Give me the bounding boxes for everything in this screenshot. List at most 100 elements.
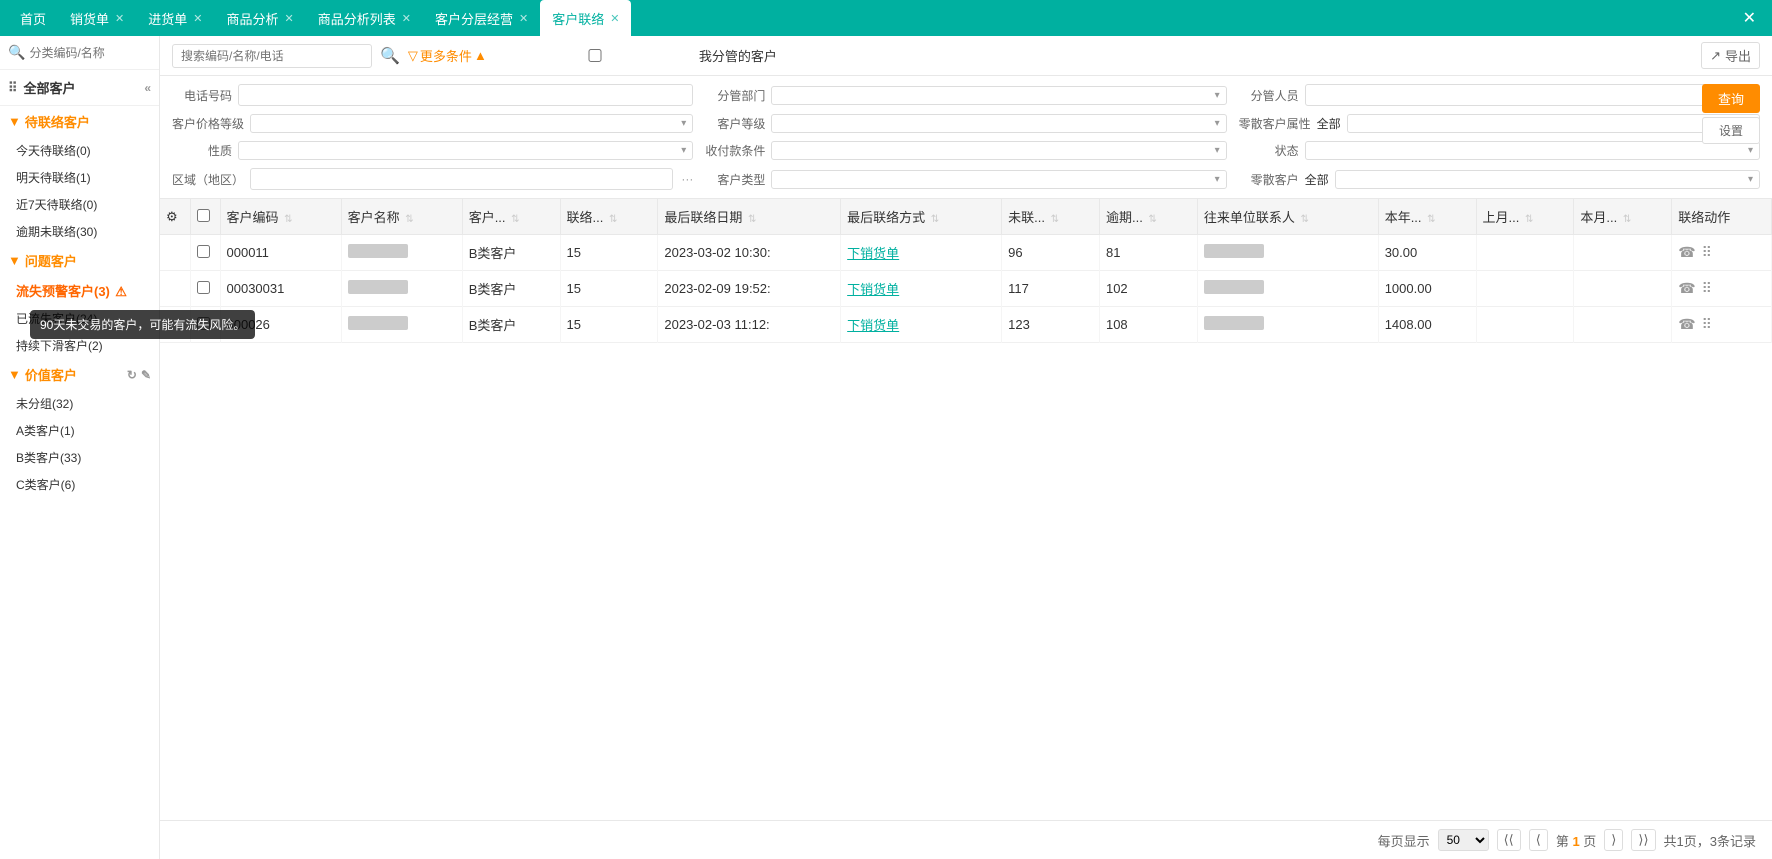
sidebar-item-b-class[interactable]: B类客户(33) bbox=[0, 444, 159, 471]
sidebar-item-overdue[interactable]: 逾期未联络(30) bbox=[0, 218, 159, 245]
customer-type-select[interactable]: ▾ bbox=[771, 170, 1226, 189]
row-last-month bbox=[1476, 271, 1574, 307]
action-more-icon[interactable]: ⠿ bbox=[1702, 280, 1712, 297]
col-last-method[interactable]: 最后联络方式 ⇅ bbox=[841, 199, 1002, 235]
close-customer-contact-tab[interactable]: ✕ bbox=[610, 12, 619, 25]
col-settings[interactable]: ⚙ bbox=[160, 199, 190, 235]
sidebar-item-today[interactable]: 今天待联络(0) bbox=[0, 137, 159, 164]
action-contact-icon[interactable]: ☎ bbox=[1678, 244, 1695, 261]
retail-customer-select[interactable]: ▾ bbox=[1335, 170, 1760, 189]
action-more-icon[interactable]: ⠿ bbox=[1702, 244, 1712, 261]
last-page-button[interactable]: ⟩⟩ bbox=[1631, 829, 1655, 851]
pagination: 每页显示 50 100 200 ⟨⟨ ⟨ 第 1 页 ⟩ ⟩⟩ 共1页，3条记录 bbox=[160, 820, 1772, 859]
collapse-icon[interactable]: « bbox=[144, 81, 151, 95]
close-customer-tier-tab[interactable]: ✕ bbox=[519, 12, 528, 25]
close-product-analysis-tab[interactable]: ✕ bbox=[285, 12, 294, 25]
row-checkbox[interactable] bbox=[197, 281, 210, 294]
col-name[interactable]: 客户名称 ⇅ bbox=[341, 199, 462, 235]
close-product-list-tab[interactable]: ✕ bbox=[402, 12, 411, 25]
row-uncontacted: 117 bbox=[1002, 271, 1100, 307]
select-all-checkbox[interactable] bbox=[197, 209, 210, 222]
group-value-customers[interactable]: ▼ 价值客户 ↻ ✎ bbox=[0, 359, 159, 390]
row-last-method[interactable]: 下销货单 bbox=[841, 307, 1002, 343]
col-last-date[interactable]: 最后联络日期 ⇅ bbox=[658, 199, 841, 235]
search-button[interactable]: 🔍 bbox=[380, 46, 400, 66]
retail-attr-value: 全部 bbox=[1317, 115, 1341, 132]
dept-select[interactable]: ▾ bbox=[771, 86, 1226, 105]
action-contact-icon[interactable]: ☎ bbox=[1678, 280, 1695, 297]
nature-select[interactable]: ▾ bbox=[238, 141, 693, 160]
more-filter-button[interactable]: ▽ 更多条件 ▲ bbox=[408, 46, 487, 65]
action-contact-icon[interactable]: ☎ bbox=[1678, 316, 1695, 333]
prev-page-button[interactable]: ⟨ bbox=[1529, 829, 1548, 851]
sidebar-item-tomorrow[interactable]: 明天待联络(1) bbox=[0, 164, 159, 191]
row-checkbox-cell[interactable] bbox=[190, 271, 220, 307]
col-code[interactable]: 客户编码 ⇅ bbox=[220, 199, 341, 235]
sidebar-item-churn-warning[interactable]: 流失预警客户(3) ⚠ bbox=[0, 276, 159, 305]
row-uncontacted: 123 bbox=[1002, 307, 1100, 343]
row-checkbox[interactable] bbox=[197, 245, 210, 258]
payment-select[interactable]: ▾ bbox=[771, 141, 1226, 160]
sidebar-item-c-class[interactable]: C类客户(6) bbox=[0, 471, 159, 498]
window-close-button[interactable]: ✕ bbox=[1735, 8, 1764, 28]
sidebar-item-7days[interactable]: 近7天待联络(0) bbox=[0, 191, 159, 218]
search-input[interactable] bbox=[172, 44, 372, 68]
col-type[interactable]: 客户... ⇅ bbox=[462, 199, 560, 235]
region-label: 区域（地区） bbox=[172, 171, 244, 188]
filter-status: 状态 ▾ bbox=[1239, 141, 1760, 160]
sidebar-search-input[interactable] bbox=[29, 46, 151, 60]
settings-button[interactable]: 设置 bbox=[1702, 117, 1760, 144]
query-button[interactable]: 查询 bbox=[1702, 84, 1760, 113]
tab-product-list[interactable]: 商品分析列表 ✕ bbox=[306, 0, 423, 36]
sidebar-item-a-class[interactable]: A类客户(1) bbox=[0, 417, 159, 444]
col-overdue[interactable]: 逾期... ⇅ bbox=[1099, 199, 1197, 235]
phone-input[interactable] bbox=[238, 84, 693, 106]
close-sales-tab[interactable]: ✕ bbox=[115, 12, 124, 25]
region-dots[interactable]: ··· bbox=[681, 172, 693, 186]
content-area: 🔍 ▽ 更多条件 ▲ 我分管的客户 ↗ 导出 电话号码 bbox=[160, 36, 1772, 859]
filter-price-grade: 客户价格等级 ▾ bbox=[172, 114, 693, 133]
all-customers-header[interactable]: ⠿ 全部客户 « bbox=[0, 70, 159, 106]
close-purchase-tab[interactable]: ✕ bbox=[193, 12, 202, 25]
next-page-button[interactable]: ⟩ bbox=[1604, 829, 1623, 851]
group-pending-contact[interactable]: ▼ 待联络客户 bbox=[0, 106, 159, 137]
tab-customer-tier[interactable]: 客户分层经营 ✕ bbox=[423, 0, 540, 36]
price-grade-select[interactable]: ▾ bbox=[250, 114, 693, 133]
group-problem-customers[interactable]: ▼ 问题客户 bbox=[0, 245, 159, 276]
col-this-year[interactable]: 本年... ⇅ bbox=[1378, 199, 1476, 235]
row-checkbox-cell[interactable] bbox=[190, 235, 220, 271]
col-checkbox[interactable] bbox=[190, 199, 220, 235]
edit-icon[interactable]: ✎ bbox=[141, 368, 151, 382]
first-page-button[interactable]: ⟨⟨ bbox=[1497, 829, 1521, 851]
manager-input[interactable] bbox=[1305, 84, 1740, 106]
chevron-up-icon: ▲ bbox=[474, 48, 487, 63]
col-last-month[interactable]: 上月... ⇅ bbox=[1476, 199, 1574, 235]
action-more-icon[interactable]: ⠿ bbox=[1702, 316, 1712, 333]
filter-bar: 🔍 ▽ 更多条件 ▲ 我分管的客户 ↗ 导出 bbox=[160, 36, 1772, 76]
col-this-month[interactable]: 本月... ⇅ bbox=[1574, 199, 1672, 235]
customer-grade-select[interactable]: ▾ bbox=[771, 114, 1226, 133]
refresh-icon[interactable]: ↻ bbox=[127, 368, 137, 382]
per-page-select[interactable]: 50 100 200 bbox=[1438, 829, 1489, 851]
tab-product-analysis[interactable]: 商品分析 ✕ bbox=[214, 0, 305, 36]
filter-nature: 性质 ▾ bbox=[172, 141, 693, 160]
sidebar-item-ungroup[interactable]: 未分组(32) bbox=[0, 390, 159, 417]
my-customers-checkbox[interactable] bbox=[495, 49, 695, 62]
warning-icon: ⚠ bbox=[115, 284, 127, 299]
export-button[interactable]: ↗ 导出 bbox=[1701, 42, 1760, 69]
tab-sales[interactable]: 销货单 ✕ bbox=[58, 0, 136, 36]
retail-attr-select[interactable]: ▾ bbox=[1347, 114, 1760, 133]
row-last-method[interactable]: 下销货单 bbox=[841, 271, 1002, 307]
status-select[interactable]: ▾ bbox=[1305, 141, 1760, 160]
col-contact-person[interactable]: 往来单位联系人 ⇅ bbox=[1197, 199, 1378, 235]
row-last-method[interactable]: 下销货单 bbox=[841, 235, 1002, 271]
top-nav: 首页 销货单 ✕ 进货单 ✕ 商品分析 ✕ 商品分析列表 ✕ 客户分层经营 ✕ … bbox=[0, 0, 1772, 36]
region-input[interactable] bbox=[250, 168, 673, 190]
tab-customer-contact[interactable]: 客户联络 ✕ bbox=[540, 0, 631, 36]
col-contact[interactable]: 联络... ⇅ bbox=[560, 199, 658, 235]
row-action: ☎ ⠿ bbox=[1672, 271, 1772, 307]
my-customers-checkbox-label[interactable]: 我分管的客户 bbox=[495, 46, 777, 65]
tab-home[interactable]: 首页 bbox=[8, 0, 58, 36]
col-uncontacted[interactable]: 未联... ⇅ bbox=[1002, 199, 1100, 235]
tab-purchase[interactable]: 进货单 ✕ bbox=[136, 0, 214, 36]
